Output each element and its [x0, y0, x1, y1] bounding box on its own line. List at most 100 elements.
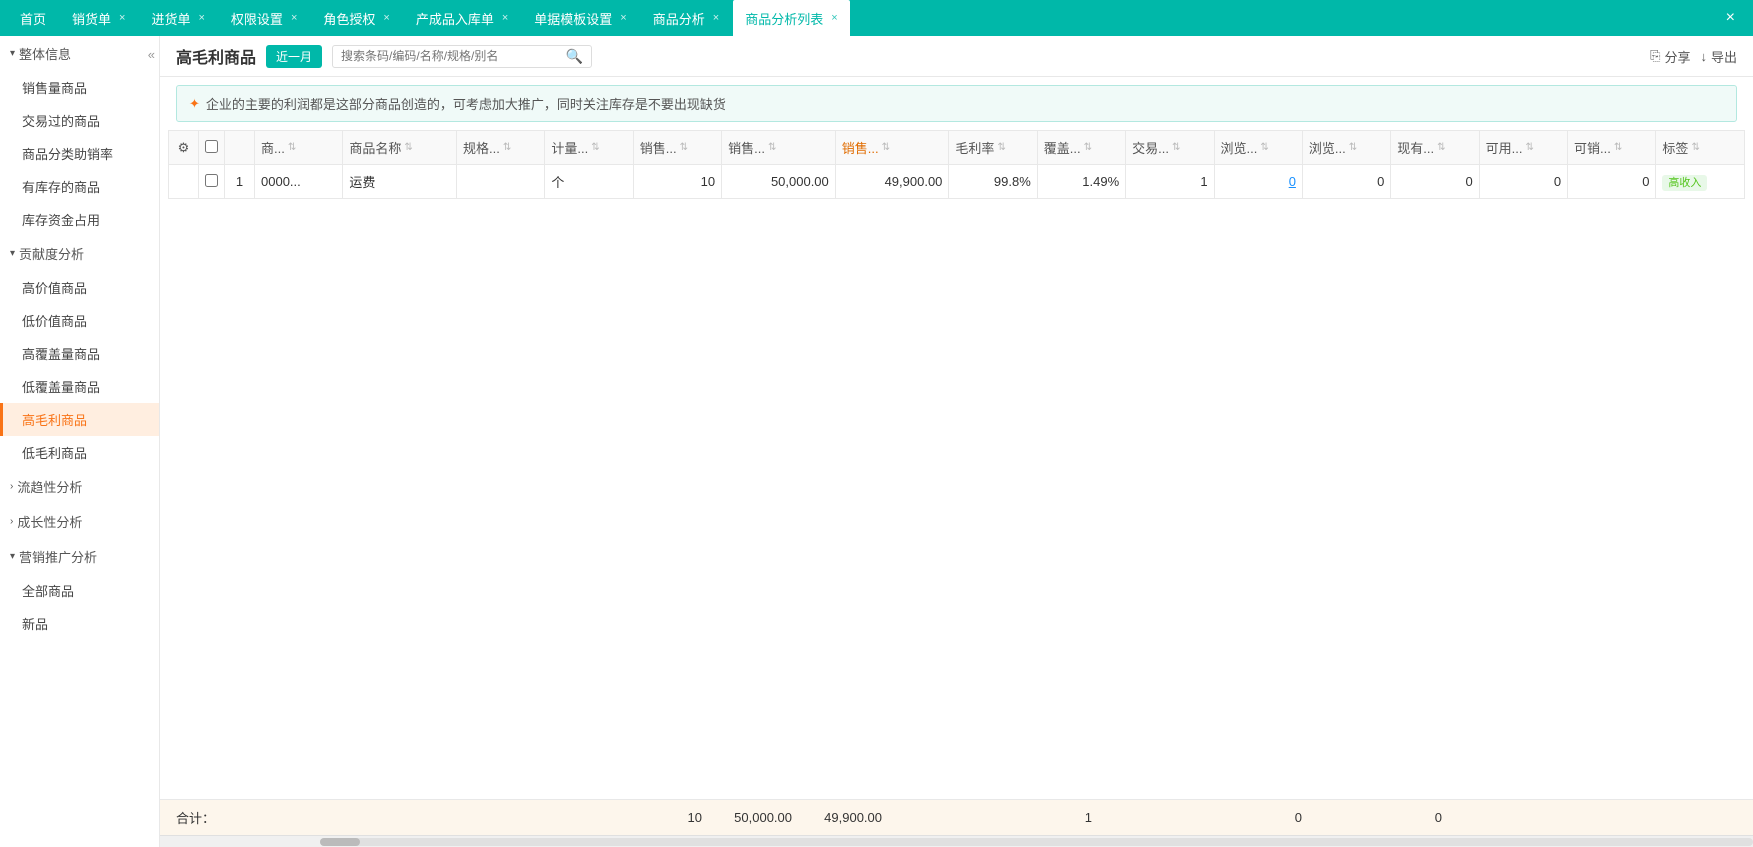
bottom-scrollbar-track — [320, 838, 1753, 846]
share-icon: ⎘ — [1650, 48, 1660, 64]
th-spec[interactable]: 规格...⇅ — [457, 131, 545, 165]
footer-label: 合计： — [176, 808, 256, 827]
sidebar-group-zhengti[interactable]: ▾ 整体信息 — [0, 36, 159, 71]
info-icon: ✦ — [189, 96, 200, 112]
th-available[interactable]: 可用...⇅ — [1479, 131, 1567, 165]
sidebar-group-liudong[interactable]: › 流趋性分析 — [0, 469, 159, 504]
table-wrapper: ⚙ 商...⇅ 商品名称⇅ 规格...⇅ — [160, 130, 1753, 799]
page-title: 高毛利商品 — [176, 44, 256, 68]
nav-product-warehouse[interactable]: 产成品入库单 × — [404, 0, 520, 36]
sidebar-item-dipin[interactable]: 低覆盖量商品 — [0, 370, 159, 403]
sidebar-item-kucun[interactable]: 有库存的商品 — [0, 170, 159, 203]
arrow-caifuzhi: ▾ — [10, 248, 15, 259]
close-sales-order[interactable]: × — [119, 12, 125, 24]
td-coverage: 1.49% — [1037, 165, 1125, 199]
th-browse1[interactable]: 浏览...⇅ — [1214, 131, 1302, 165]
th-browse2[interactable]: 浏览...⇅ — [1302, 131, 1390, 165]
th-coverage[interactable]: 覆盖...⇅ — [1037, 131, 1125, 165]
close-purchase-order[interactable]: × — [198, 12, 204, 24]
content-area: 高毛利商品 近一月 🔍 ⎘ 分享 ↓ 导出 ✦ 企业的主要的利润都是这部分商品创… — [160, 36, 1753, 847]
sidebar-item-gaomao[interactable]: 高毛利商品 — [0, 403, 159, 436]
th-checkbox[interactable] — [199, 131, 225, 165]
sidebar-item-xinpin[interactable]: 新品 — [0, 607, 159, 640]
td-checkbox[interactable] — [199, 165, 225, 199]
td-settings — [169, 165, 199, 199]
table-header-row: ⚙ 商...⇅ 商品名称⇅ 规格...⇅ — [169, 131, 1745, 165]
th-code[interactable]: 商...⇅ — [255, 131, 343, 165]
sidebar-item-quanbu[interactable]: 全部商品 — [0, 574, 159, 607]
nav-product-analysis[interactable]: 商品分析 × — [641, 0, 731, 36]
bottom-scrollbar-thumb[interactable] — [320, 838, 360, 846]
tag-badge: 高收入 — [1662, 175, 1707, 191]
td-current-stock: 0 — [1391, 165, 1479, 199]
th-unit[interactable]: 计量...⇅ — [545, 131, 633, 165]
nav-role-auth[interactable]: 角色授权 × — [311, 0, 401, 36]
time-filter-button[interactable]: 近一月 — [266, 45, 322, 68]
td-browse2: 0 — [1302, 165, 1390, 199]
td-unit: 个 — [545, 165, 633, 199]
sidebar-item-gaojia[interactable]: 高价值商品 — [0, 271, 159, 304]
th-sales-cost[interactable]: 销售...⇅ — [835, 131, 949, 165]
close-role-auth[interactable]: × — [383, 12, 389, 24]
sidebar-collapse-button[interactable]: « — [148, 46, 155, 62]
window-close-button[interactable]: × — [1716, 9, 1745, 27]
sidebar-group-caifuzhi[interactable]: ▾ 贡献度分析 — [0, 236, 159, 271]
sidebar-item-dijia[interactable]: 低价值商品 — [0, 304, 159, 337]
bottom-scrollbar[interactable] — [160, 835, 1753, 847]
close-product-analysis[interactable]: × — [713, 12, 719, 24]
sidebar-item-zijin[interactable]: 库存资金占用 — [0, 203, 159, 236]
nav-permission[interactable]: 权限设置 × — [219, 0, 309, 36]
sidebar-item-dimao[interactable]: 低毛利商品 — [0, 436, 159, 469]
sidebar-group-chengzhang[interactable]: › 成长性分析 — [0, 504, 159, 539]
sidebar-group-yingxiao[interactable]: ▾ 营销推广分析 — [0, 539, 159, 574]
nav-home[interactable]: 首页 — [8, 0, 58, 36]
sidebar-item-jiaoyi[interactable]: 交易过的商品 — [0, 104, 159, 137]
main-layout: « ▾ 整体信息 销售量商品 交易过的商品 商品分类助销率 有库存的商品 库存资… — [0, 36, 1753, 847]
td-sales-cost: 49,900.00 — [835, 165, 949, 199]
td-browse1[interactable]: 0 — [1214, 165, 1302, 199]
td-spec — [457, 165, 545, 199]
close-template-settings[interactable]: × — [620, 12, 626, 24]
arrow-zhengti: ▾ — [10, 48, 15, 59]
td-name: 运费 — [343, 165, 457, 199]
sidebar-item-gaopin[interactable]: 高覆盖量商品 — [0, 337, 159, 370]
nav-sales-order[interactable]: 销货单 × — [60, 0, 137, 36]
sidebar-item-xiaoshouliang[interactable]: 销售量商品 — [0, 71, 159, 104]
footer-transaction: 1 — [1030, 810, 1100, 825]
th-name[interactable]: 商品名称⇅ — [343, 131, 457, 165]
td-index: 1 — [225, 165, 255, 199]
td-tag: 高收入 — [1656, 165, 1745, 199]
th-sellable[interactable]: 可销...⇅ — [1568, 131, 1656, 165]
search-input[interactable] — [341, 49, 562, 63]
header-actions: ⎘ 分享 ↓ 导出 — [1650, 47, 1737, 66]
close-product-warehouse[interactable]: × — [502, 12, 508, 24]
select-all-checkbox[interactable] — [205, 140, 218, 153]
nav-purchase-order[interactable]: 进货单 × — [139, 0, 216, 36]
td-sellable: 0 — [1568, 165, 1656, 199]
search-icon[interactable]: 🔍 — [566, 48, 583, 65]
settings-icon[interactable]: ⚙ — [178, 140, 190, 155]
table-footer: 合计： 10 50,000.00 49,900.00 1 0 0 — [160, 799, 1753, 835]
nav-product-analysis-list[interactable]: 商品分析列表 × — [733, 0, 849, 36]
th-gross-margin[interactable]: 毛利率⇅ — [949, 131, 1037, 165]
th-tag[interactable]: 标签⇅ — [1656, 131, 1745, 165]
table-row: 1 0000... 运费 个 10 50,000.00 49,900.00 99… — [169, 165, 1745, 199]
th-transaction[interactable]: 交易...⇅ — [1126, 131, 1214, 165]
export-button[interactable]: ↓ 导出 — [1700, 47, 1737, 66]
close-product-analysis-list[interactable]: × — [831, 12, 837, 24]
sidebar-item-fenchou[interactable]: 商品分类助销率 — [0, 137, 159, 170]
top-nav: 首页 销货单 × 进货单 × 权限设置 × 角色授权 × 产成品入库单 × 单据… — [0, 0, 1753, 36]
th-settings[interactable]: ⚙ — [169, 131, 199, 165]
td-sales-qty: 10 — [633, 165, 721, 199]
footer-sales-cost: 49,900.00 — [800, 810, 890, 825]
th-current-stock[interactable]: 现有...⇅ — [1391, 131, 1479, 165]
close-permission[interactable]: × — [291, 12, 297, 24]
sidebar: « ▾ 整体信息 销售量商品 交易过的商品 商品分类助销率 有库存的商品 库存资… — [0, 36, 160, 847]
th-sales-amount[interactable]: 销售...⇅ — [722, 131, 836, 165]
share-button[interactable]: ⎘ 分享 — [1650, 47, 1690, 66]
footer-sellable: 0 — [1380, 810, 1450, 825]
nav-template-settings[interactable]: 单据模板设置 × — [522, 0, 638, 36]
td-transaction: 1 — [1126, 165, 1214, 199]
th-sales-qty[interactable]: 销售...⇅ — [633, 131, 721, 165]
arrow-liudong: › — [10, 481, 13, 492]
